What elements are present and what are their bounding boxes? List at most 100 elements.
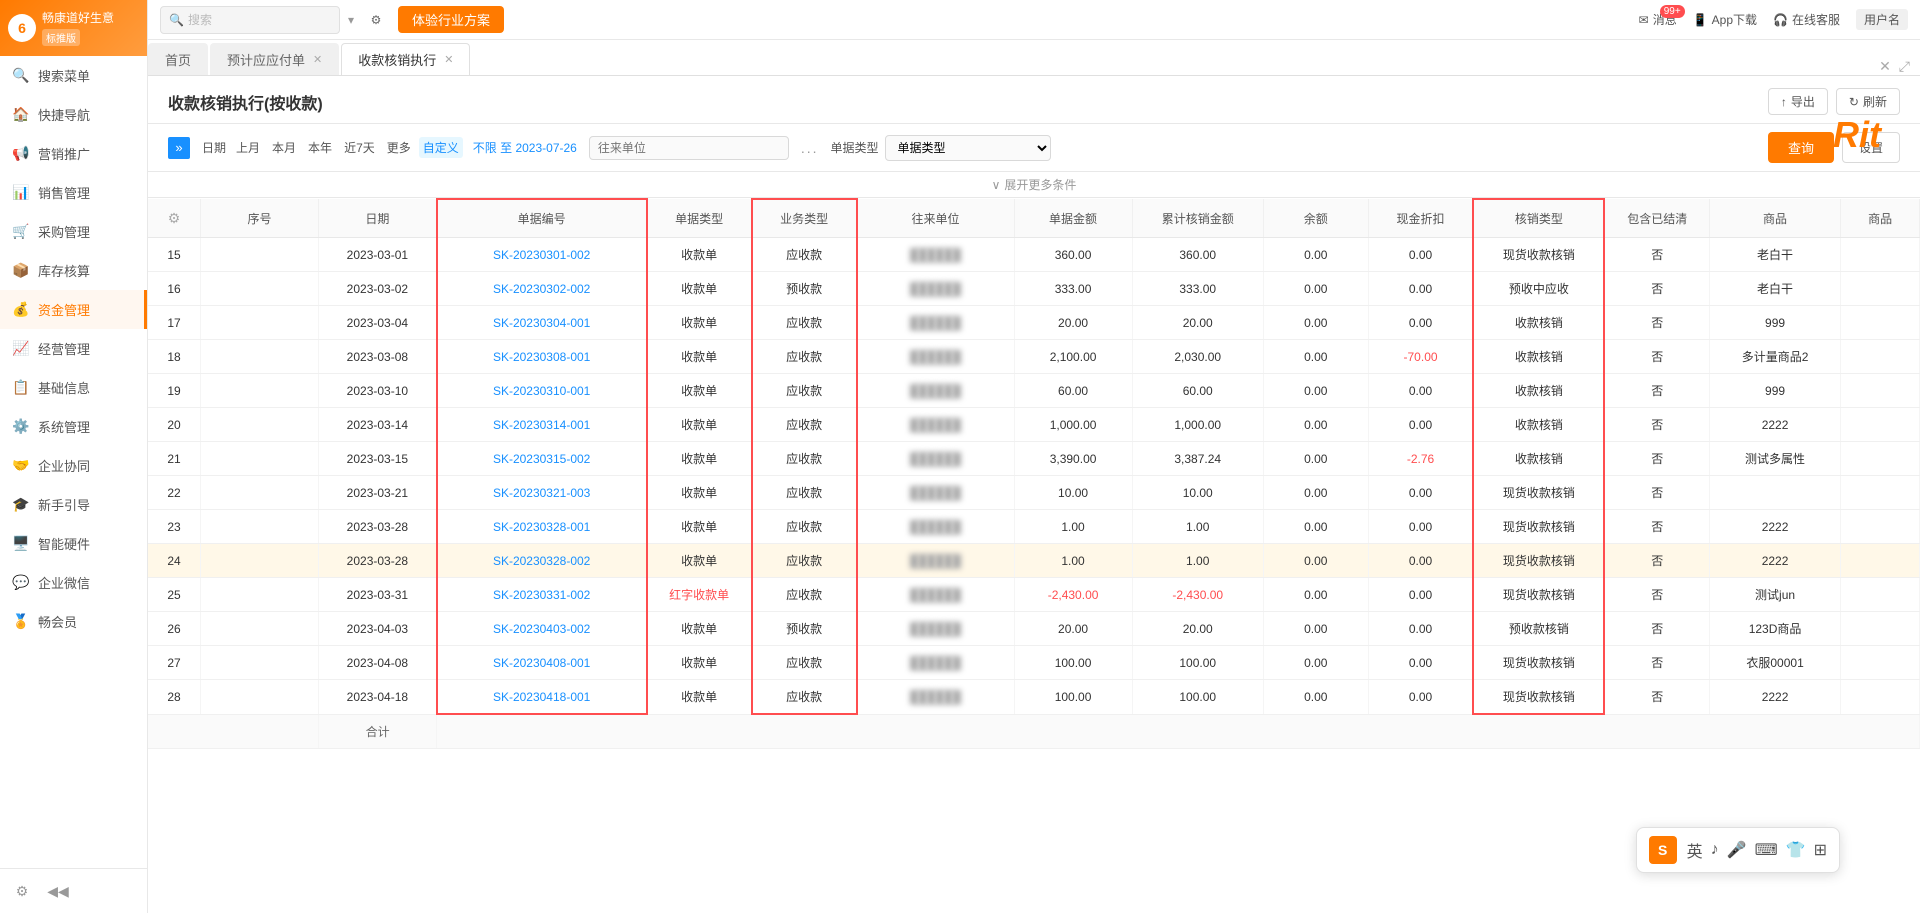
finance-icon: 💰 [12, 301, 30, 318]
main-area: 🔍 搜索 ▾ ⚙ 体验行业方案 ✉ 消息 99+ 📱 App下载 🎧 在线客服 … [148, 0, 1920, 913]
table-cell[interactable]: SK-20230314-001 [437, 408, 647, 442]
doc-sn-link[interactable]: SK-20230315-002 [493, 452, 590, 466]
date-last-7-days[interactable]: 近7天 [340, 137, 379, 158]
table-cell[interactable]: SK-20230328-001 [437, 510, 647, 544]
sidebar-item-finance[interactable]: 💰 资金管理 [0, 290, 147, 329]
doc-sn-link[interactable]: SK-20230328-002 [493, 554, 590, 568]
table-cell: 0.00 [1263, 578, 1368, 612]
table-cell[interactable]: SK-20230321-003 [437, 476, 647, 510]
table-cell [1841, 408, 1920, 442]
app-download-button[interactable]: 📱 App下载 [1693, 11, 1757, 28]
ime-text-icon[interactable]: 英 [1687, 838, 1703, 862]
table-cell[interactable]: SK-20230308-001 [437, 340, 647, 374]
table-cell [200, 680, 318, 715]
sidebar-item-sales[interactable]: 📊 销售管理 [0, 173, 147, 212]
table-cell[interactable]: SK-20230302-002 [437, 272, 647, 306]
table-cell: 否 [1604, 442, 1709, 476]
doc-sn-link[interactable]: SK-20230304-001 [493, 316, 590, 330]
doc-sn-link[interactable]: SK-20230408-001 [493, 656, 590, 670]
doc-sn-link[interactable]: SK-20230403-002 [493, 622, 590, 636]
ime-music-icon[interactable]: ♪ [1711, 841, 1719, 859]
doc-sn-link[interactable]: SK-20230331-002 [493, 588, 590, 602]
doc-sn-link[interactable]: SK-20230321-003 [493, 486, 590, 500]
table-cell[interactable]: SK-20230315-002 [437, 442, 647, 476]
partner-input[interactable] [589, 136, 789, 160]
table-cell: 现货收款核销 [1473, 578, 1604, 612]
table-cell[interactable]: SK-20230408-001 [437, 646, 647, 680]
table-cell: 2023-03-02 [319, 272, 437, 306]
settings-button[interactable]: ⚙ [8, 877, 36, 905]
date-this-month[interactable]: 本月 [268, 137, 300, 158]
doctype-select[interactable]: 单据类型 [885, 135, 1051, 161]
table-cell[interactable]: SK-20230301-002 [437, 238, 647, 272]
table-cell: ██████ [857, 374, 1014, 408]
table-cell [200, 578, 318, 612]
tab-close-action[interactable]: ✕ [1879, 58, 1891, 75]
sidebar-item-member[interactable]: 🏅 畅会员 [0, 602, 147, 641]
table-cell: 20 [148, 408, 200, 442]
sidebar-item-newguide[interactable]: 🎓 新手引导 [0, 485, 147, 524]
doc-sn-link[interactable]: SK-20230418-001 [493, 690, 590, 704]
filter-toggle-button[interactable]: » [168, 137, 190, 159]
solution-button[interactable]: 体验行业方案 [398, 6, 504, 33]
sidebar-item-hardware[interactable]: 🖥️ 智能硬件 [0, 524, 147, 563]
export-button[interactable]: ↑ 导出 [1768, 88, 1828, 115]
tab-payable[interactable]: 预计应应付单 ✕ [210, 43, 339, 75]
doc-sn-link[interactable]: SK-20230302-002 [493, 282, 590, 296]
table-row: 232023-03-28SK-20230328-001收款单应收款██████1… [148, 510, 1920, 544]
message-button[interactable]: ✉ 消息 99+ [1639, 11, 1677, 28]
customer-service-button[interactable]: 🎧 在线客服 [1773, 11, 1840, 28]
date-this-year[interactable]: 本年 [304, 137, 336, 158]
ime-shirt-icon[interactable]: 👕 [1786, 840, 1806, 860]
doc-sn-link[interactable]: SK-20230328-001 [493, 520, 590, 534]
doc-sn-link[interactable]: SK-20230301-002 [493, 248, 590, 262]
date-more[interactable]: 更多 [383, 137, 415, 158]
date-custom-button[interactable]: 自定义 [419, 137, 463, 158]
sidebar-item-operations[interactable]: 📈 经营管理 [0, 329, 147, 368]
sidebar-label-corp: 企业协同 [38, 456, 90, 475]
sidebar-label-finance: 资金管理 [38, 300, 90, 319]
table-cell[interactable]: SK-20230403-002 [437, 612, 647, 646]
tab-writeoff-close[interactable]: ✕ [444, 53, 453, 66]
sidebar-item-search[interactable]: 🔍 搜索菜单 [0, 56, 147, 95]
collapse-button[interactable]: ◀◀ [44, 877, 72, 905]
sidebar-item-wechat[interactable]: 💬 企业微信 [0, 563, 147, 602]
table-cell[interactable]: SK-20230331-002 [437, 578, 647, 612]
ime-grid-icon[interactable]: ⊞ [1814, 840, 1827, 860]
sidebar-item-corp[interactable]: 🤝 企业协同 [0, 446, 147, 485]
doc-sn-link[interactable]: SK-20230310-001 [493, 384, 590, 398]
sidebar-item-marketing[interactable]: 📢 营销推广 [0, 134, 147, 173]
sidebar-item-basic[interactable]: 📋 基础信息 [0, 368, 147, 407]
topbar-search-box[interactable]: 🔍 搜索 [160, 6, 340, 34]
table-cell[interactable]: SK-20230328-002 [437, 544, 647, 578]
expand-more-button[interactable]: ∨ 展开更多条件 [992, 176, 1077, 193]
table-cell[interactable]: SK-20230418-001 [437, 680, 647, 715]
page-actions: ↑ 导出 ↻ 刷新 [1768, 88, 1900, 115]
table-cell [200, 544, 318, 578]
th-settings[interactable]: ⚙ [148, 199, 200, 238]
tab-writeoff[interactable]: 收款核销执行 ✕ [341, 43, 470, 75]
table-cell: 2023-03-04 [319, 306, 437, 340]
sidebar-item-purchase[interactable]: 🛒 采购管理 [0, 212, 147, 251]
topbar-gear-button[interactable]: ⚙ [362, 6, 390, 34]
topbar-dropdown-arrow[interactable]: ▾ [348, 13, 354, 27]
sidebar-item-inventory[interactable]: 📦 库存核算 [0, 251, 147, 290]
user-account[interactable]: 用户名 [1856, 9, 1908, 30]
ime-keyboard-icon[interactable]: ⌨ [1755, 840, 1778, 860]
query-button[interactable]: 查询 [1768, 132, 1834, 163]
export-icon: ↑ [1781, 95, 1787, 109]
ime-mic-icon[interactable]: 🎤 [1727, 840, 1747, 860]
table-cell: ██████ [857, 408, 1014, 442]
sidebar-item-quicknav[interactable]: 🏠 快捷导航 [0, 95, 147, 134]
tab-expand-action[interactable]: ⤢ [1899, 58, 1910, 75]
refresh-button[interactable]: ↻ 刷新 [1836, 88, 1900, 115]
doc-sn-link[interactable]: SK-20230314-001 [493, 418, 590, 432]
table-cell[interactable]: SK-20230310-001 [437, 374, 647, 408]
sidebar-item-system[interactable]: ⚙️ 系统管理 [0, 407, 147, 446]
tab-payable-close[interactable]: ✕ [313, 53, 322, 66]
tab-home[interactable]: 首页 [148, 43, 208, 75]
date-last-month[interactable]: 上月 [232, 137, 264, 158]
table-cell[interactable]: SK-20230304-001 [437, 306, 647, 340]
doc-sn-link[interactable]: SK-20230308-001 [493, 350, 590, 364]
sidebar-label-newguide: 新手引导 [38, 495, 90, 514]
